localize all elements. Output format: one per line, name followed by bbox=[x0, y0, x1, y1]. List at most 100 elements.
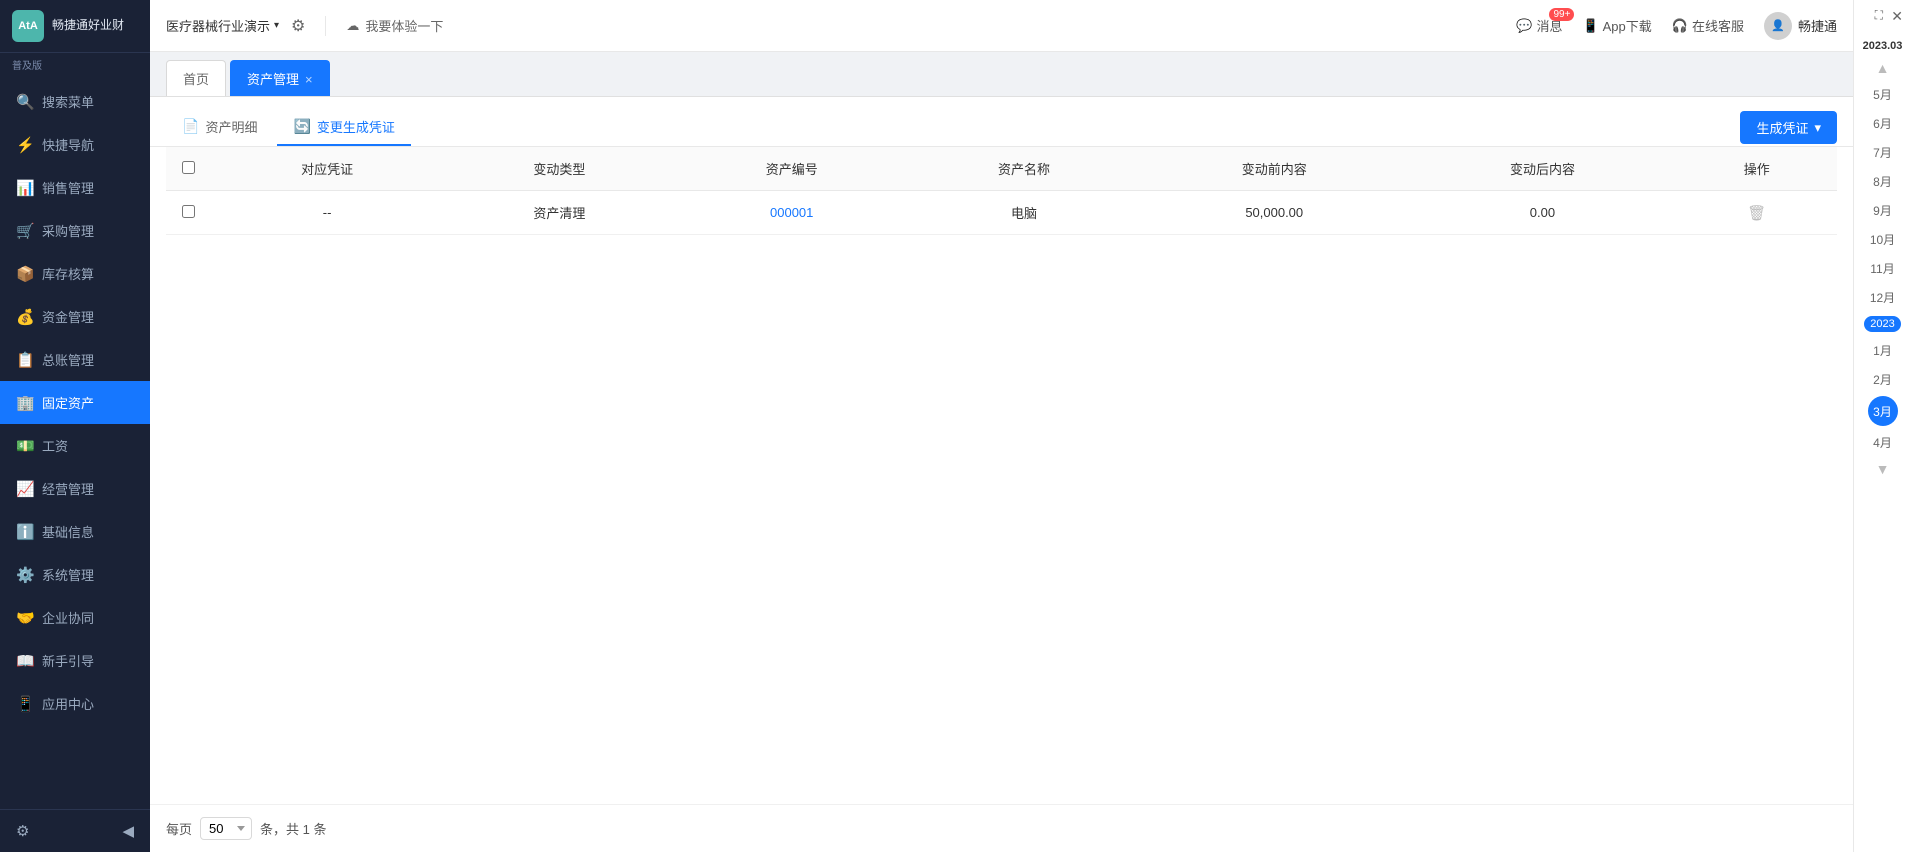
delete-icon-0[interactable]: 🗑 bbox=[1747, 205, 1766, 222]
experience-btn[interactable]: ☁ 我要体验一下 bbox=[346, 16, 443, 35]
generate-voucher-button[interactable]: 生成凭证 ▾ bbox=[1740, 111, 1837, 144]
scroll-up-icon[interactable]: ▲ bbox=[1872, 56, 1894, 80]
sidebar-item-operations[interactable]: 📈经营管理 bbox=[0, 467, 150, 510]
table-wrap: 对应凭证变动类型资产编号资产名称变动前内容变动后内容操作 -- 资产清理 000… bbox=[150, 147, 1853, 804]
company-selector[interactable]: 医疗器械行业演示 ▾ bbox=[166, 16, 279, 35]
right-panel: ⛶ ✕ 2023.03 ▲5月6月7月8月9月10月11月12月20231月2月… bbox=[1853, 0, 1911, 852]
nav-label-payroll: 工资 bbox=[42, 436, 68, 455]
sidebar-edition: 普及版 bbox=[0, 53, 150, 80]
sidebar-item-inventory[interactable]: 📦库存核算 bbox=[0, 252, 150, 295]
tab-asset-mgmt[interactable]: 资产管理× bbox=[230, 60, 330, 96]
th-checkbox bbox=[166, 147, 211, 191]
month-item-6[interactable]: 6月 bbox=[1854, 109, 1911, 138]
message-icon: 💬 bbox=[1516, 18, 1532, 34]
topbar-divider bbox=[325, 16, 326, 36]
experience-label: 我要体验一下 bbox=[365, 16, 443, 35]
subtab-change-voucher[interactable]: 🔄变更生成凭证 bbox=[277, 109, 410, 146]
nav-label-operations: 经营管理 bbox=[42, 479, 94, 498]
sidebar-item-collab[interactable]: 🤝企业协同 bbox=[0, 596, 150, 639]
tab-close-asset-mgmt[interactable]: × bbox=[305, 72, 313, 87]
nav-icon-collab: 🤝 bbox=[16, 609, 34, 627]
sidebar-item-system[interactable]: ⚙️系统管理 bbox=[0, 553, 150, 596]
company-name: 医疗器械行业演示 bbox=[166, 16, 270, 35]
nav-icon-payroll: 💵 bbox=[16, 437, 34, 455]
nav-label-sales: 销售管理 bbox=[42, 178, 94, 197]
subtab-left: 📄资产明细🔄变更生成凭证 bbox=[166, 109, 411, 146]
nav-label-system: 系统管理 bbox=[42, 565, 94, 584]
generate-label: 生成凭证 bbox=[1756, 118, 1808, 137]
row-asset-code-0: 000001 bbox=[676, 191, 908, 235]
sidebar-item-basic-info[interactable]: ℹ️ 基础信息 bbox=[0, 510, 150, 553]
nav-label-guide: 新手引导 bbox=[42, 651, 94, 670]
row-voucher-0: -- bbox=[211, 191, 443, 235]
topbar-right: 💬 消息 99+ 📱 App下载 🎧 在线客服 👤 畅捷通 bbox=[1516, 12, 1837, 40]
subtab-bar: 📄资产明细🔄变更生成凭证 生成凭证 ▾ bbox=[150, 97, 1853, 147]
messages-btn[interactable]: 💬 消息 99+ bbox=[1516, 16, 1562, 35]
main-area: 医疗器械行业演示 ▾ ⚙ ☁ 我要体验一下 💬 消息 99+ 📱 App下载 🎧… bbox=[150, 0, 1853, 852]
nav-icon-fixed-assets: 🏢 bbox=[16, 394, 34, 412]
row-checkbox-0[interactable] bbox=[182, 205, 195, 218]
month-item-9[interactable]: 9月 bbox=[1854, 196, 1911, 225]
month-item-4[interactable]: 4月 bbox=[1854, 428, 1911, 457]
sidebar-item-ledger[interactable]: 📋总账管理 bbox=[0, 338, 150, 381]
month-item-11[interactable]: 11月 bbox=[1854, 254, 1911, 283]
nav-icon-sales: 📊 bbox=[16, 179, 34, 197]
nav-icon-quick-nav: ⚡ bbox=[16, 136, 34, 154]
month-list: ▲5月6月7月8月9月10月11月12月20231月2月3月4月▼ bbox=[1854, 56, 1911, 481]
logo-text: 畅捷通好业财 bbox=[52, 18, 124, 34]
tabbar: 首页资产管理× bbox=[150, 52, 1853, 97]
table-body: -- 资产清理 000001 电脑 50,000.00 0.00 🗑 bbox=[166, 191, 1837, 235]
month-item-5[interactable]: 5月 bbox=[1854, 80, 1911, 109]
month-item-2[interactable]: 2月 bbox=[1854, 365, 1911, 394]
sidebar: AtA 畅捷通好业财 普及版 🔍搜索菜单⚡快捷导航 📊 销售管理 🛒采购管理📦库存核算… bbox=[0, 0, 150, 852]
month-item-12[interactable]: 12月 bbox=[1854, 283, 1911, 312]
table-header-row: 对应凭证变动类型资产编号资产名称变动前内容变动后内容操作 bbox=[166, 147, 1837, 191]
user-name: 畅捷通 bbox=[1798, 16, 1837, 35]
year-label: 2023.03 bbox=[1863, 40, 1903, 52]
month-item-10[interactable]: 10月 bbox=[1854, 225, 1911, 254]
topbar: 医疗器械行业演示 ▾ ⚙ ☁ 我要体验一下 💬 消息 99+ 📱 App下载 🎧… bbox=[150, 0, 1853, 52]
sidebar-item-purchase[interactable]: 🛒采购管理 bbox=[0, 209, 150, 252]
nav-icon-basic-info: ℹ️ bbox=[16, 523, 34, 541]
logo-icon: AtA bbox=[12, 10, 44, 42]
topbar-settings-icon[interactable]: ⚙ bbox=[291, 16, 305, 36]
collapse-icon[interactable]: ◀ bbox=[122, 822, 134, 840]
th-asset-code: 资产编号 bbox=[676, 147, 908, 191]
close-panel-icon[interactable]: ✕ bbox=[1891, 8, 1903, 25]
app-download-btn[interactable]: 📱 App下载 bbox=[1582, 16, 1651, 35]
content-area: 📄资产明细🔄变更生成凭证 生成凭证 ▾ 对应凭证变动类型资产编号资产名称变动前内… bbox=[150, 97, 1853, 852]
tab-home[interactable]: 首页 bbox=[166, 60, 226, 96]
nav-icon-guide: 📖 bbox=[16, 652, 34, 670]
sidebar-item-payroll[interactable]: 💵 工资 bbox=[0, 424, 150, 467]
subtab-asset-detail[interactable]: 📄资产明细 bbox=[166, 109, 273, 146]
sidebar-item-app-center[interactable]: 📱应用中心 bbox=[0, 682, 150, 725]
month-item-3[interactable]: 3月 bbox=[1868, 396, 1898, 426]
select-all-checkbox[interactable] bbox=[182, 161, 195, 174]
nav-icon-search: 🔍 bbox=[16, 93, 34, 111]
chevron-down-icon: ▾ bbox=[274, 20, 279, 31]
row-asset-name-0: 电脑 bbox=[908, 191, 1140, 235]
row-action-0: 🗑 bbox=[1677, 191, 1837, 235]
sidebar-item-guide[interactable]: 📖 新手引导 bbox=[0, 639, 150, 682]
nav-label-basic-info: 基础信息 bbox=[42, 522, 94, 541]
month-item-7[interactable]: 7月 bbox=[1854, 138, 1911, 167]
month-item-1[interactable]: 1月 bbox=[1854, 336, 1911, 365]
online-service-btn[interactable]: 🎧 在线客服 bbox=[1672, 16, 1744, 35]
sidebar-item-sales[interactable]: 📊 销售管理 bbox=[0, 166, 150, 209]
month-item-8[interactable]: 8月 bbox=[1854, 167, 1911, 196]
phone-icon: 📱 bbox=[1582, 18, 1598, 34]
sidebar-item-search[interactable]: 🔍搜索菜单 bbox=[0, 80, 150, 123]
sidebar-item-finance[interactable]: 💰资金管理 bbox=[0, 295, 150, 338]
scroll-down-icon[interactable]: ▼ bbox=[1872, 457, 1894, 481]
sidebar-item-fixed-assets[interactable]: 🏢固定资产 bbox=[0, 381, 150, 424]
expand-icon[interactable]: ⛶ bbox=[1875, 8, 1883, 23]
nav-label-purchase: 采购管理 bbox=[42, 221, 94, 240]
user-menu[interactable]: 👤 畅捷通 bbox=[1764, 12, 1837, 40]
nav-icon-inventory: 📦 bbox=[16, 265, 34, 283]
page-size-select[interactable]: 102050100 bbox=[200, 817, 252, 840]
nav-label-app-center: 应用中心 bbox=[42, 694, 94, 713]
sidebar-item-quick-nav[interactable]: ⚡快捷导航 bbox=[0, 123, 150, 166]
row-checkbox-cell bbox=[166, 191, 211, 235]
settings-icon[interactable]: ⚙ bbox=[16, 822, 29, 840]
th-change-type: 变动类型 bbox=[443, 147, 675, 191]
